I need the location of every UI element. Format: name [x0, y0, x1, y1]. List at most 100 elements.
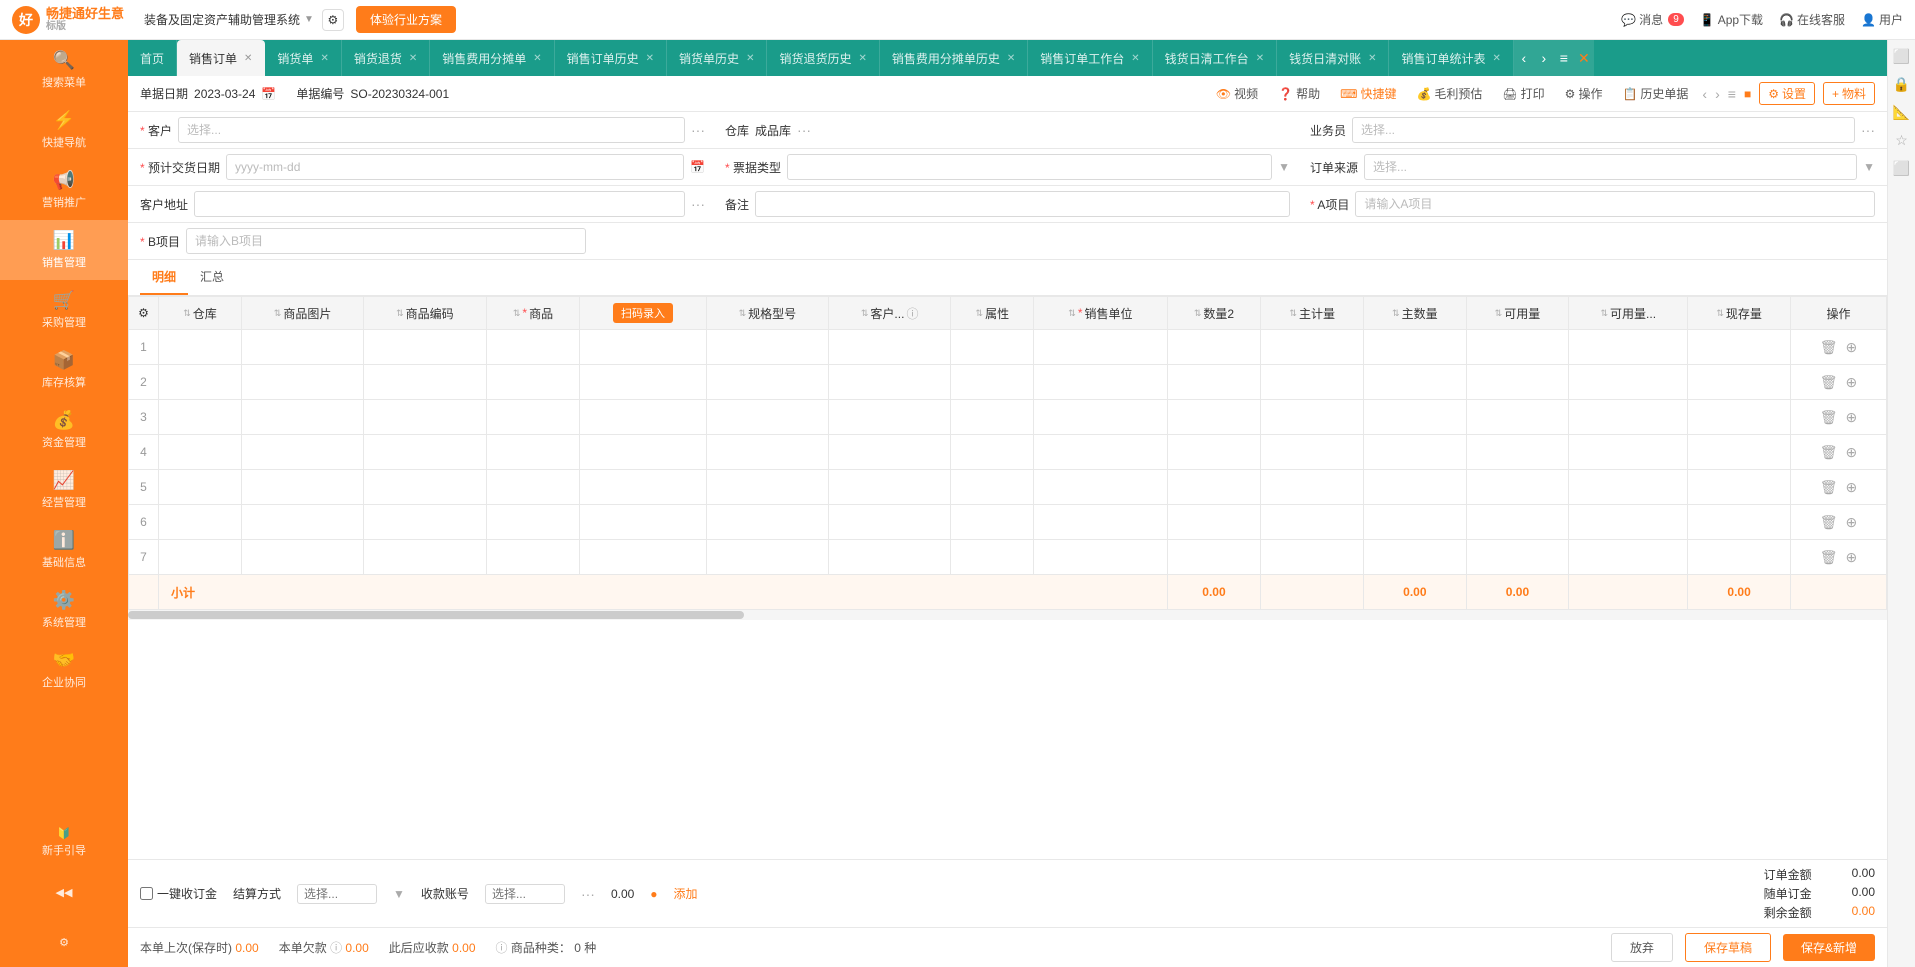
- row-goods[interactable]: [486, 365, 580, 400]
- row-current[interactable]: [1688, 365, 1791, 400]
- row-spec[interactable]: [706, 505, 828, 540]
- row-copy-btn[interactable]: ⊕: [1843, 512, 1859, 533]
- row-delete-btn[interactable]: 🗑: [1818, 337, 1840, 358]
- row-main-unit[interactable]: [1261, 435, 1364, 470]
- row-spec[interactable]: [706, 330, 828, 365]
- row-goods[interactable]: [486, 505, 580, 540]
- sort-icon[interactable]: ⇅: [396, 308, 404, 319]
- invoice-input[interactable]: 不开票: [787, 154, 1272, 180]
- tab-close-icon[interactable]: ✕: [244, 53, 252, 64]
- tab-close-icon[interactable]: ✕: [533, 53, 541, 64]
- sidebar-item-enterprise[interactable]: 🤝 企业协同: [0, 640, 128, 700]
- row-delete-btn[interactable]: 🗑: [1818, 477, 1840, 498]
- row-attr[interactable]: [951, 505, 1034, 540]
- row-warehouse[interactable]: [159, 540, 242, 575]
- right-panel-btn-5[interactable]: ⬜: [1890, 156, 1914, 180]
- tab-close-icon[interactable]: ✕: [1368, 53, 1376, 64]
- row-customer-code[interactable]: [829, 435, 951, 470]
- tab-close-all-btn[interactable]: ✕: [1574, 40, 1594, 76]
- sidebar-item-finance[interactable]: 💰 资金管理: [0, 400, 128, 460]
- row-qty2[interactable]: [1167, 470, 1261, 505]
- tab-daily-reconcile[interactable]: 钱货日清对账 ✕: [1277, 40, 1389, 76]
- row-copy-btn[interactable]: ⊕: [1843, 407, 1859, 428]
- row-available2[interactable]: [1569, 540, 1688, 575]
- calendar-icon[interactable]: 📅: [261, 87, 276, 101]
- row-spec[interactable]: [706, 400, 828, 435]
- row-attr[interactable]: [951, 330, 1034, 365]
- row-available[interactable]: [1466, 470, 1569, 505]
- row-available[interactable]: [1466, 435, 1569, 470]
- row-delete-btn[interactable]: 🗑: [1818, 442, 1840, 463]
- row-unit[interactable]: [1034, 365, 1167, 400]
- row-available2[interactable]: [1569, 330, 1688, 365]
- save-new-button[interactable]: 保存&新增: [1783, 934, 1875, 961]
- tab-sales-expense[interactable]: 销售费用分摊单 ✕: [430, 40, 554, 76]
- grid-view-icon[interactable]: ≡: [1728, 86, 1736, 102]
- sort-icon[interactable]: ⇅: [739, 308, 747, 319]
- row-qty2[interactable]: [1167, 330, 1261, 365]
- row-spec[interactable]: [706, 435, 828, 470]
- sidebar-item-search[interactable]: 🔍 搜索菜单: [0, 40, 128, 100]
- order-source-input[interactable]: [1364, 154, 1857, 180]
- tab-sales-order[interactable]: 销售订单 ✕: [177, 40, 265, 76]
- sort-icon[interactable]: ⇅: [513, 308, 521, 319]
- row-available[interactable]: [1466, 365, 1569, 400]
- one-click-checkbox[interactable]: [140, 887, 153, 900]
- row-qty2[interactable]: [1167, 505, 1261, 540]
- th-settings[interactable]: ⚙: [129, 297, 159, 330]
- row-available2[interactable]: [1569, 505, 1688, 540]
- shortcut-btn[interactable]: ⌨ 快捷键: [1334, 83, 1402, 104]
- tab-home[interactable]: 首页: [128, 40, 177, 76]
- tab-close-icon[interactable]: ✕: [746, 53, 754, 64]
- nav-next-icon[interactable]: ›: [1715, 86, 1720, 102]
- tab-close-icon[interactable]: ✕: [1007, 53, 1015, 64]
- row-main-unit[interactable]: [1261, 540, 1364, 575]
- row-main-unit[interactable]: [1261, 330, 1364, 365]
- solution-button[interactable]: 体验行业方案: [356, 6, 456, 33]
- row-main-qty[interactable]: [1364, 400, 1467, 435]
- row-code[interactable]: [364, 435, 486, 470]
- row-main-unit[interactable]: [1261, 400, 1364, 435]
- right-panel-btn-4[interactable]: ☆: [1890, 128, 1914, 152]
- delivery-input[interactable]: [226, 154, 684, 180]
- address-input[interactable]: [194, 191, 685, 217]
- row-current[interactable]: [1688, 435, 1791, 470]
- row-delete-btn[interactable]: 🗑: [1818, 407, 1840, 428]
- tab-menu-btn[interactable]: ≡: [1554, 40, 1574, 76]
- row-code[interactable]: [364, 470, 486, 505]
- system-selector[interactable]: 装备及固定资产辅助管理系统 ▼: [144, 11, 314, 28]
- row-main-unit[interactable]: [1261, 470, 1364, 505]
- row-goods[interactable]: [486, 400, 580, 435]
- tab-sales-workbench[interactable]: 销售订单工作台 ✕: [1028, 40, 1152, 76]
- tab-sales-order-history[interactable]: 销售订单历史 ✕: [555, 40, 667, 76]
- row-unit[interactable]: [1034, 540, 1167, 575]
- customer-more-icon[interactable]: ···: [691, 122, 705, 138]
- app-download-btn[interactable]: 📱 App下载: [1700, 11, 1763, 28]
- sort-icon[interactable]: ⇅: [976, 308, 984, 319]
- sort-icon[interactable]: ⇅: [274, 308, 282, 319]
- tab-daily-workbench[interactable]: 钱货日清工作台 ✕: [1153, 40, 1277, 76]
- row-customer-code[interactable]: [829, 540, 951, 575]
- tab-sales-invoice[interactable]: 销货单 ✕: [265, 40, 341, 76]
- row-available[interactable]: [1466, 505, 1569, 540]
- tab-expense-history[interactable]: 销售费用分摊单历史 ✕: [880, 40, 1028, 76]
- tab-close-icon[interactable]: ✕: [1256, 53, 1264, 64]
- scroll-thumb[interactable]: [128, 611, 744, 619]
- row-available2[interactable]: [1569, 400, 1688, 435]
- row-main-qty[interactable]: [1364, 330, 1467, 365]
- help-btn[interactable]: ❓ 帮助: [1272, 83, 1326, 104]
- row-unit[interactable]: [1034, 400, 1167, 435]
- sidebar-item-sales[interactable]: 📊 销售管理: [0, 220, 128, 280]
- row-current[interactable]: [1688, 400, 1791, 435]
- row-customer-code[interactable]: [829, 365, 951, 400]
- row-attr[interactable]: [951, 365, 1034, 400]
- sidebar-item-newbie[interactable]: 🔰 新手引导: [0, 817, 128, 867]
- row-attr[interactable]: [951, 400, 1034, 435]
- row-qty2[interactable]: [1167, 435, 1261, 470]
- material-btn[interactable]: + 物料: [1823, 82, 1875, 105]
- tab-next-btn[interactable]: ›: [1534, 40, 1554, 76]
- row-code[interactable]: [364, 365, 486, 400]
- sort-icon[interactable]: ⇅: [1289, 308, 1297, 319]
- tab-invoice-history[interactable]: 销货单历史 ✕: [667, 40, 767, 76]
- tab-close-icon[interactable]: ✕: [1131, 53, 1139, 64]
